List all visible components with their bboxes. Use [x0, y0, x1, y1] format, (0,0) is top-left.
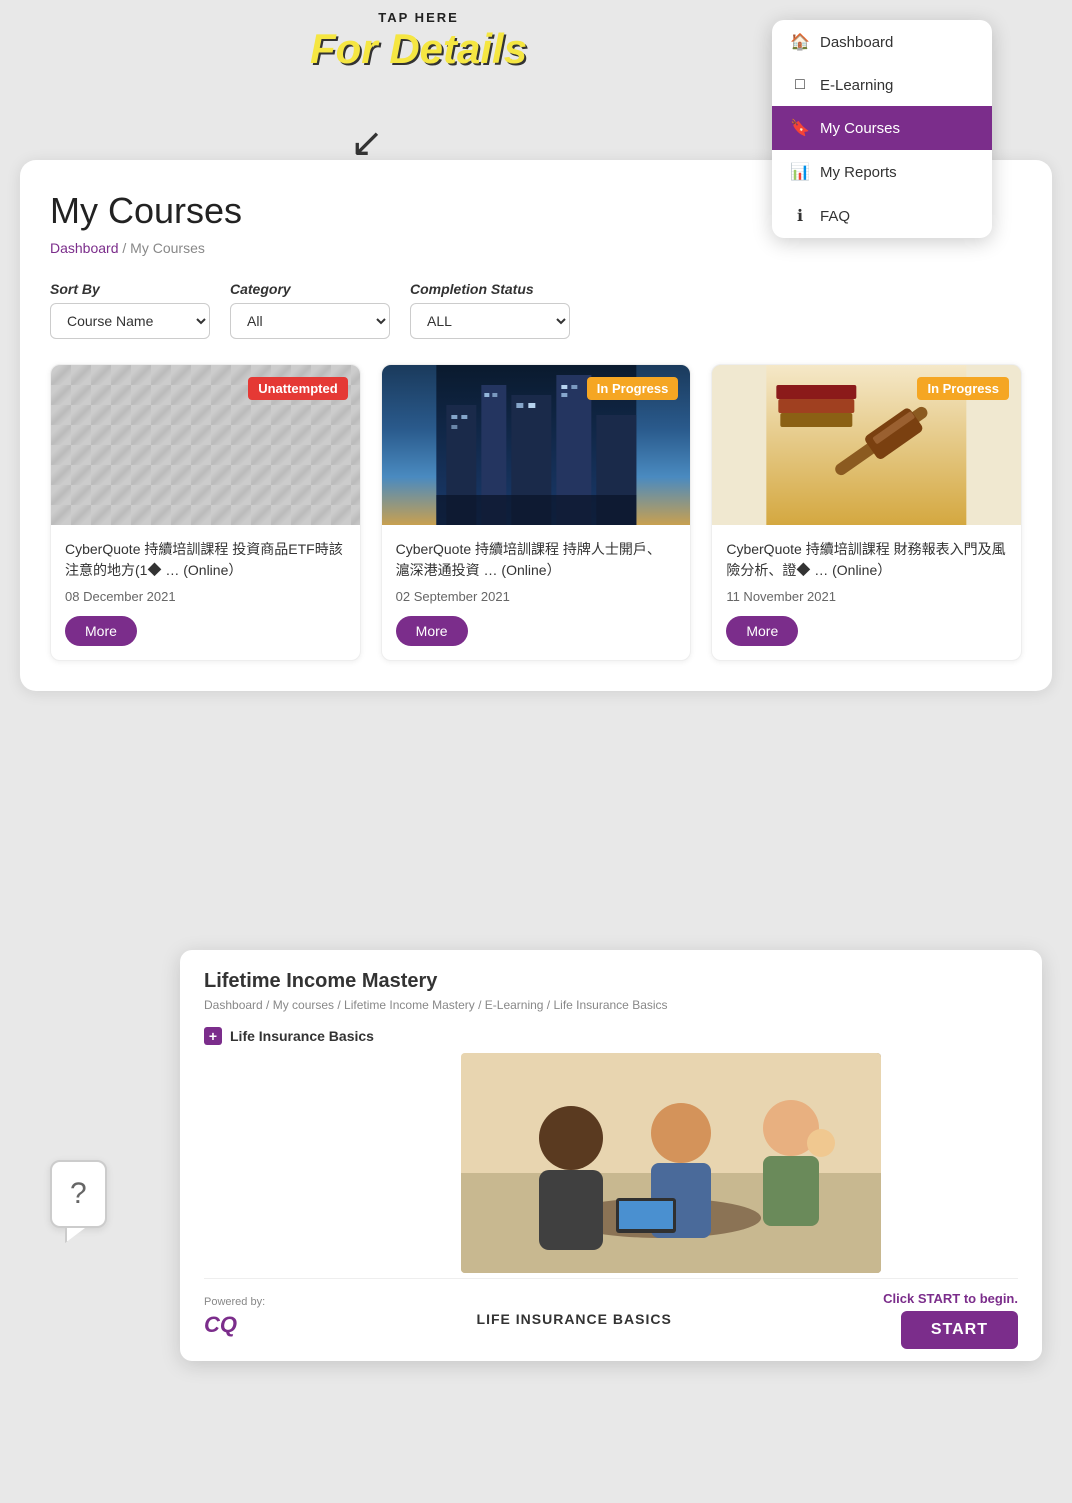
- elearning-icon: □: [790, 76, 810, 94]
- second-page-title: Lifetime Income Mastery: [204, 970, 1018, 993]
- life-insurance-section: + Life Insurance Basics: [204, 1027, 1018, 1045]
- cq-logo: CQ: [204, 1308, 265, 1344]
- more-button-2[interactable]: More: [396, 616, 468, 646]
- status-badge-1: Unattempted: [248, 377, 347, 400]
- course-name-center: LIFE INSURANCE BASICS: [477, 1311, 672, 1329]
- more-button-3[interactable]: More: [726, 616, 798, 646]
- course-date-2: 02 September 2021: [396, 589, 677, 604]
- bubble-box: ?: [50, 1160, 107, 1228]
- breadcrumb-home[interactable]: Dashboard: [50, 240, 119, 256]
- completion-select[interactable]: ALL Unattempted In Progress Completed: [410, 303, 570, 339]
- breadcrumb-current: My Courses: [130, 240, 205, 256]
- powered-by-section: Powered by: CQ: [204, 1296, 265, 1344]
- arrow-icon: ↙: [350, 120, 384, 166]
- second-breadcrumb-text: Dashboard / My courses / Lifetime Income…: [204, 998, 668, 1012]
- course-image-2: In Progress: [382, 365, 691, 525]
- tap-here-label: TAP HERE: [310, 10, 527, 25]
- course-card-3: In Progress CyberQuote 持續培訓課程 財務報表入門及風險分…: [711, 364, 1022, 661]
- course-body-2: CyberQuote 持續培訓課程 持牌人士開戶、 滬深港通投資 … (Onli…: [382, 525, 691, 660]
- start-area: Click START to begin. START: [883, 1291, 1018, 1349]
- status-badge-3: In Progress: [917, 377, 1009, 400]
- dropdown-menu: 🏠 Dashboard □ E-Learning 🔖 My Courses 📊 …: [772, 20, 992, 238]
- second-page-card: Lifetime Income Mastery Dashboard / My c…: [180, 950, 1042, 1361]
- life-insurance-label: Life Insurance Basics: [230, 1028, 374, 1044]
- menu-label-elearning: E-Learning: [820, 77, 893, 94]
- powered-by-text: Powered by:: [204, 1296, 265, 1308]
- video-area: Powered by: CQ LIFE INSURANCE BASICS Cli…: [204, 1053, 1018, 1361]
- svg-text:CQ: CQ: [204, 1312, 237, 1337]
- course-image-1: Unattempted: [51, 365, 360, 525]
- click-start-text: Click START to begin.: [883, 1291, 1018, 1306]
- plus-icon: +: [204, 1027, 222, 1045]
- second-breadcrumb: Dashboard / My courses / Lifetime Income…: [204, 998, 1018, 1012]
- menu-label-mycourses: My Courses: [820, 120, 900, 137]
- breadcrumb: Dashboard / My Courses: [50, 240, 1022, 256]
- course-body-3: CyberQuote 持續培訓課程 財務報表入門及風險分析、證◆ … (Onli…: [712, 525, 1021, 660]
- course-body-1: CyberQuote 持續培訓課程 投資商品ETF時該注意的地方(1◆ … (O…: [51, 525, 360, 660]
- video-bottom-bar: Powered by: CQ LIFE INSURANCE BASICS Cli…: [204, 1278, 1018, 1361]
- bubble-tail: [65, 1228, 85, 1243]
- dashboard-icon: 🏠: [790, 32, 810, 52]
- menu-item-mycourses[interactable]: 🔖 My Courses: [772, 106, 992, 150]
- menu-label-faq: FAQ: [820, 208, 850, 225]
- course-image-3: In Progress: [712, 365, 1021, 525]
- category-select[interactable]: All Finance Legal Compliance: [230, 303, 390, 339]
- main-content-card: My Courses Dashboard / My Courses Sort B…: [20, 160, 1052, 691]
- video-thumbnail: [461, 1053, 881, 1273]
- filters-row: Sort By Course Name Date Status Category…: [50, 281, 1022, 339]
- for-details-label: For Details: [310, 25, 527, 73]
- life-insurance-course-label: LIFE INSURANCE BASICS: [477, 1311, 672, 1327]
- breadcrumb-separator: /: [122, 240, 130, 256]
- tap-here-annotation: TAP HERE For Details: [310, 10, 527, 73]
- course-title-1: CyberQuote 持續培訓課程 投資商品ETF時該注意的地方(1◆ … (O…: [65, 539, 346, 581]
- info-icon: ℹ: [790, 206, 810, 226]
- menu-item-dashboard[interactable]: 🏠 Dashboard: [772, 20, 992, 64]
- menu-item-elearning[interactable]: □ E-Learning: [772, 64, 992, 106]
- reports-icon: 📊: [790, 162, 810, 182]
- more-button-1[interactable]: More: [65, 616, 137, 646]
- courses-grid: Unattempted CyberQuote 持續培訓課程 投資商品ETF時該注…: [50, 364, 1022, 661]
- menu-label-myreports: My Reports: [820, 164, 897, 181]
- sort-by-select[interactable]: Course Name Date Status: [50, 303, 210, 339]
- category-group: Category All Finance Legal Compliance: [230, 281, 390, 339]
- menu-label-dashboard: Dashboard: [820, 34, 893, 51]
- question-bubble: ?: [50, 1160, 107, 1243]
- course-card-1: Unattempted CyberQuote 持續培訓課程 投資商品ETF時該注…: [50, 364, 361, 661]
- course-title-2: CyberQuote 持續培訓課程 持牌人士開戶、 滬深港通投資 … (Onli…: [396, 539, 677, 581]
- menu-item-faq[interactable]: ℹ FAQ: [772, 194, 992, 238]
- sort-by-label: Sort By: [50, 281, 210, 297]
- menu-item-myreports[interactable]: 📊 My Reports: [772, 150, 992, 194]
- completion-group: Completion Status ALL Unattempted In Pro…: [410, 281, 570, 339]
- sort-by-group: Sort By Course Name Date Status: [50, 281, 210, 339]
- course-title-3: CyberQuote 持續培訓課程 財務報表入門及風險分析、證◆ … (Onli…: [726, 539, 1007, 581]
- category-label: Category: [230, 281, 390, 297]
- course-date-3: 11 November 2021: [726, 589, 1007, 604]
- bookmark-icon: 🔖: [790, 118, 810, 138]
- course-card-2: In Progress CyberQuote 持續培訓課程 持牌人士開戶、 滬深…: [381, 364, 692, 661]
- completion-label: Completion Status: [410, 281, 570, 297]
- start-button[interactable]: START: [901, 1311, 1018, 1349]
- status-badge-2: In Progress: [587, 377, 679, 400]
- course-date-1: 08 December 2021: [65, 589, 346, 604]
